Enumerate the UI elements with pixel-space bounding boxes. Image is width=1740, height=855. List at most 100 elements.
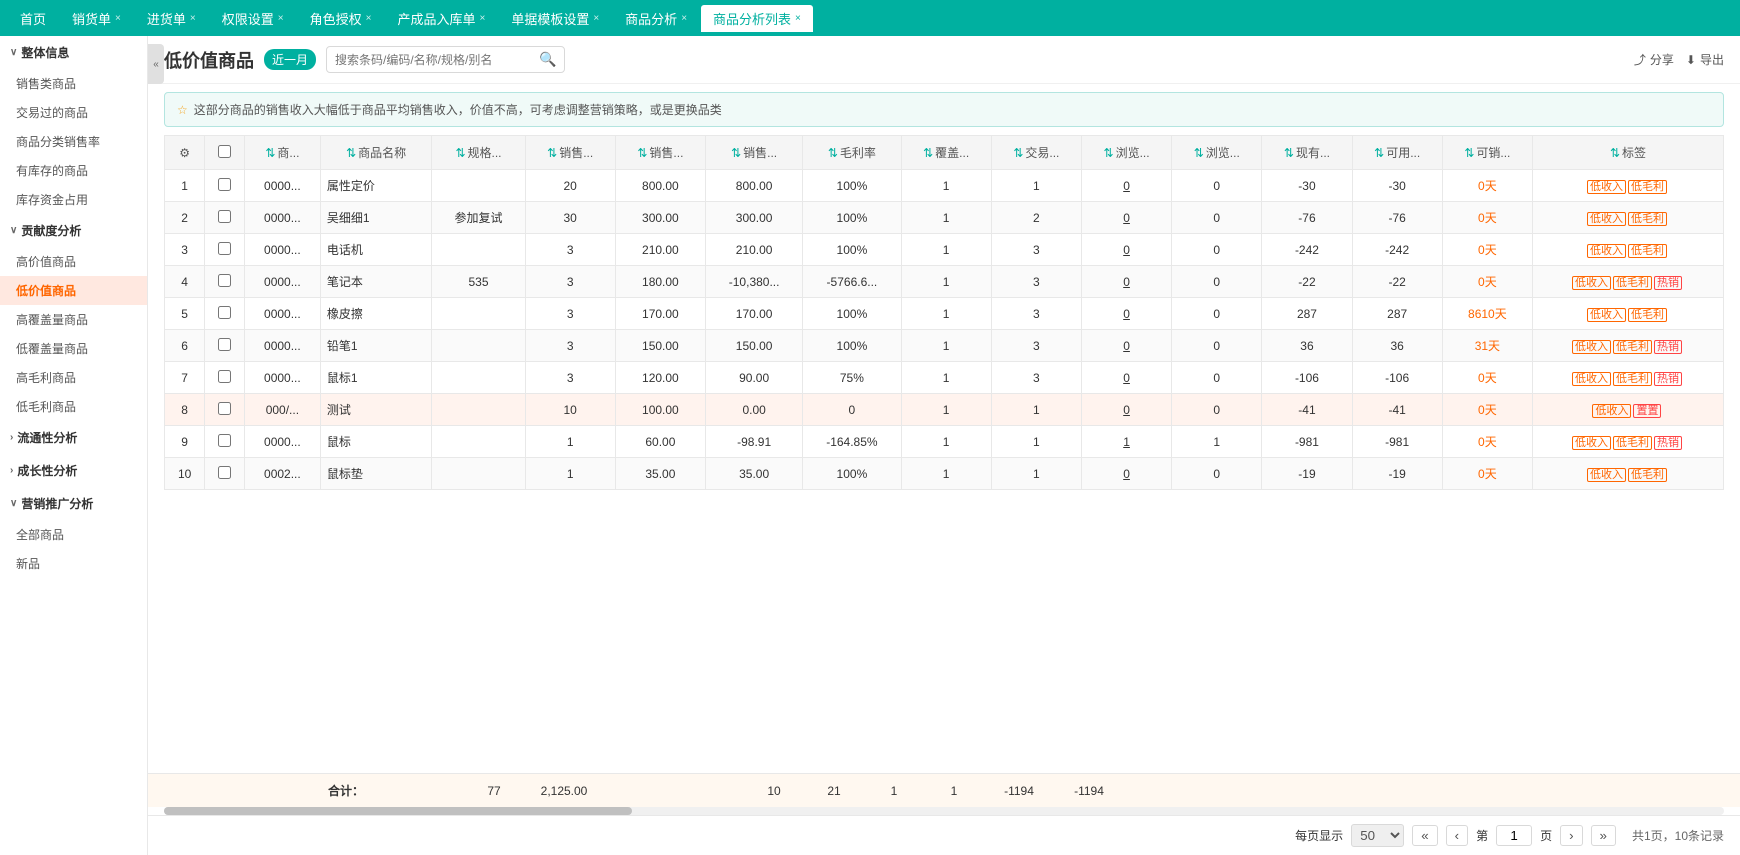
sidebar-item-高价值商品[interactable]: 高价值商品 — [0, 247, 147, 276]
per-page-select[interactable]: 5020100 — [1351, 824, 1404, 847]
sidebar-item-交易过的商品[interactable]: 交易过的商品 — [0, 98, 147, 127]
first-page-btn[interactable]: « — [1412, 825, 1437, 846]
scrollbar-thumb[interactable] — [164, 807, 632, 815]
row-view1[interactable]: 0 — [1081, 202, 1171, 234]
nav-close-icon[interactable]: × — [115, 13, 121, 24]
export-button[interactable]: ⬇ 导出 — [1686, 51, 1724, 68]
row-select-checkbox[interactable] — [218, 274, 231, 287]
sidebar-group-贡献度分析[interactable]: ∨贡献度分析 — [0, 214, 147, 247]
row-view1[interactable]: 0 — [1081, 170, 1171, 202]
row-name[interactable]: 鼠标 — [320, 426, 432, 458]
row-select-checkbox[interactable] — [218, 434, 231, 447]
nav-item-销货单[interactable]: 销货单× — [60, 5, 133, 32]
view1-link[interactable]: 0 — [1123, 243, 1130, 257]
col-header-view1[interactable]: ⇅浏览... — [1081, 136, 1171, 170]
nav-item-产成品入库单[interactable]: 产成品入库单× — [385, 5, 497, 32]
nav-item-进货单[interactable]: 进货单× — [135, 5, 208, 32]
nav-item-权限设置[interactable]: 权限设置× — [210, 5, 296, 32]
row-select-checkbox[interactable] — [218, 402, 231, 415]
col-header-code[interactable]: ⇅商... — [244, 136, 320, 170]
row-view1[interactable]: 0 — [1081, 234, 1171, 266]
time-filter-badge[interactable]: 近一月 — [264, 49, 316, 70]
view1-link[interactable]: 0 — [1123, 467, 1130, 481]
row-checkbox[interactable] — [205, 202, 245, 234]
row-checkbox[interactable] — [205, 330, 245, 362]
sidebar-item-商品分类销售率[interactable]: 商品分类销售率 — [0, 127, 147, 156]
col-header-sale_price[interactable]: ⇅销售... — [705, 136, 802, 170]
row-checkbox[interactable] — [205, 170, 245, 202]
row-name[interactable]: 属性定价 — [320, 170, 432, 202]
row-view1[interactable]: 0 — [1081, 458, 1171, 490]
row-checkbox[interactable] — [205, 362, 245, 394]
col-header-gear[interactable]: ⚙ — [165, 136, 205, 170]
row-view1[interactable]: 1 — [1081, 426, 1171, 458]
nav-item-角色授权[interactable]: 角色授权× — [298, 5, 384, 32]
gear-icon[interactable]: ⚙ — [179, 146, 190, 160]
nav-item-单据模板设置[interactable]: 单据模板设置× — [499, 5, 611, 32]
nav-close-icon[interactable]: × — [795, 13, 801, 24]
last-page-btn[interactable]: » — [1591, 825, 1616, 846]
sidebar-group-营销推广分析[interactable]: ∨营销推广分析 — [0, 487, 147, 520]
sidebar-group-流通性分析[interactable]: ›流通性分析 — [0, 421, 147, 454]
col-header-saleable[interactable]: ⇅可销... — [1442, 136, 1532, 170]
horizontal-scrollbar[interactable] — [164, 807, 1724, 815]
row-view1[interactable]: 0 — [1081, 362, 1171, 394]
sidebar-item-有库存的商品[interactable]: 有库存的商品 — [0, 156, 147, 185]
nav-close-icon[interactable]: × — [681, 13, 687, 24]
view1-link[interactable]: 0 — [1123, 179, 1130, 193]
col-header-name[interactable]: ⇅商品名称 — [320, 136, 432, 170]
view1-link[interactable]: 1 — [1123, 435, 1130, 449]
row-checkbox[interactable] — [205, 394, 245, 426]
search-icon[interactable]: 🔍 — [539, 51, 556, 68]
col-header-sale_qty[interactable]: ⇅销售... — [525, 136, 615, 170]
sidebar-item-低价值商品[interactable]: 低价值商品 — [0, 276, 147, 305]
sidebar-group-成长性分析[interactable]: ›成长性分析 — [0, 454, 147, 487]
row-select-checkbox[interactable] — [218, 210, 231, 223]
nav-close-icon[interactable]: × — [479, 13, 485, 24]
row-name[interactable]: 电话机 — [320, 234, 432, 266]
select-all-checkbox[interactable] — [218, 145, 231, 158]
sidebar-item-销售类商品[interactable]: 销售类商品 — [0, 69, 147, 98]
row-name[interactable]: 测试 — [320, 394, 432, 426]
row-checkbox[interactable] — [205, 234, 245, 266]
view1-link[interactable]: 0 — [1123, 403, 1130, 417]
col-header-sale_amt[interactable]: ⇅销售... — [615, 136, 705, 170]
nav-close-icon[interactable]: × — [278, 13, 284, 24]
row-name[interactable]: 鼠标1 — [320, 362, 432, 394]
row-checkbox[interactable] — [205, 458, 245, 490]
next-page-btn[interactable]: › — [1560, 825, 1582, 846]
col-header-trade[interactable]: ⇅交易... — [991, 136, 1081, 170]
row-name[interactable]: 笔记本 — [320, 266, 432, 298]
sidebar-item-高毛利商品[interactable]: 高毛利商品 — [0, 363, 147, 392]
nav-item-首页[interactable]: 首页 — [8, 5, 58, 32]
page-input[interactable] — [1496, 825, 1532, 846]
col-header-check[interactable] — [205, 136, 245, 170]
nav-close-icon[interactable]: × — [593, 13, 599, 24]
row-select-checkbox[interactable] — [218, 178, 231, 191]
col-header-coverage[interactable]: ⇅覆盖... — [901, 136, 991, 170]
row-view1[interactable]: 0 — [1081, 330, 1171, 362]
col-header-view2[interactable]: ⇅浏览... — [1172, 136, 1262, 170]
col-header-tags[interactable]: ⇅标签 — [1532, 136, 1723, 170]
share-button[interactable]: ⤴ 分享 — [1634, 51, 1674, 68]
row-select-checkbox[interactable] — [218, 242, 231, 255]
view1-link[interactable]: 0 — [1123, 211, 1130, 225]
col-header-margin[interactable]: ⇅毛利率 — [803, 136, 901, 170]
col-header-current[interactable]: ⇅现有... — [1262, 136, 1352, 170]
col-header-spec[interactable]: ⇅规格... — [432, 136, 525, 170]
sidebar-group-整体信息[interactable]: ∨整体信息 — [0, 36, 147, 69]
view1-link[interactable]: 0 — [1123, 339, 1130, 353]
sidebar-item-低覆盖量商品[interactable]: 低覆盖量商品 — [0, 334, 147, 363]
row-name[interactable]: 吴细细1 — [320, 202, 432, 234]
nav-item-商品分析[interactable]: 商品分析× — [613, 5, 699, 32]
row-checkbox[interactable] — [205, 266, 245, 298]
row-checkbox[interactable] — [205, 426, 245, 458]
row-select-checkbox[interactable] — [218, 338, 231, 351]
row-view1[interactable]: 0 — [1081, 266, 1171, 298]
row-select-checkbox[interactable] — [218, 306, 231, 319]
row-name[interactable]: 铅笔1 — [320, 330, 432, 362]
sidebar-item-全部商品[interactable]: 全部商品 — [0, 520, 147, 549]
view1-link[interactable]: 0 — [1123, 275, 1130, 289]
sidebar-item-新品[interactable]: 新品 — [0, 549, 147, 578]
row-checkbox[interactable] — [205, 298, 245, 330]
